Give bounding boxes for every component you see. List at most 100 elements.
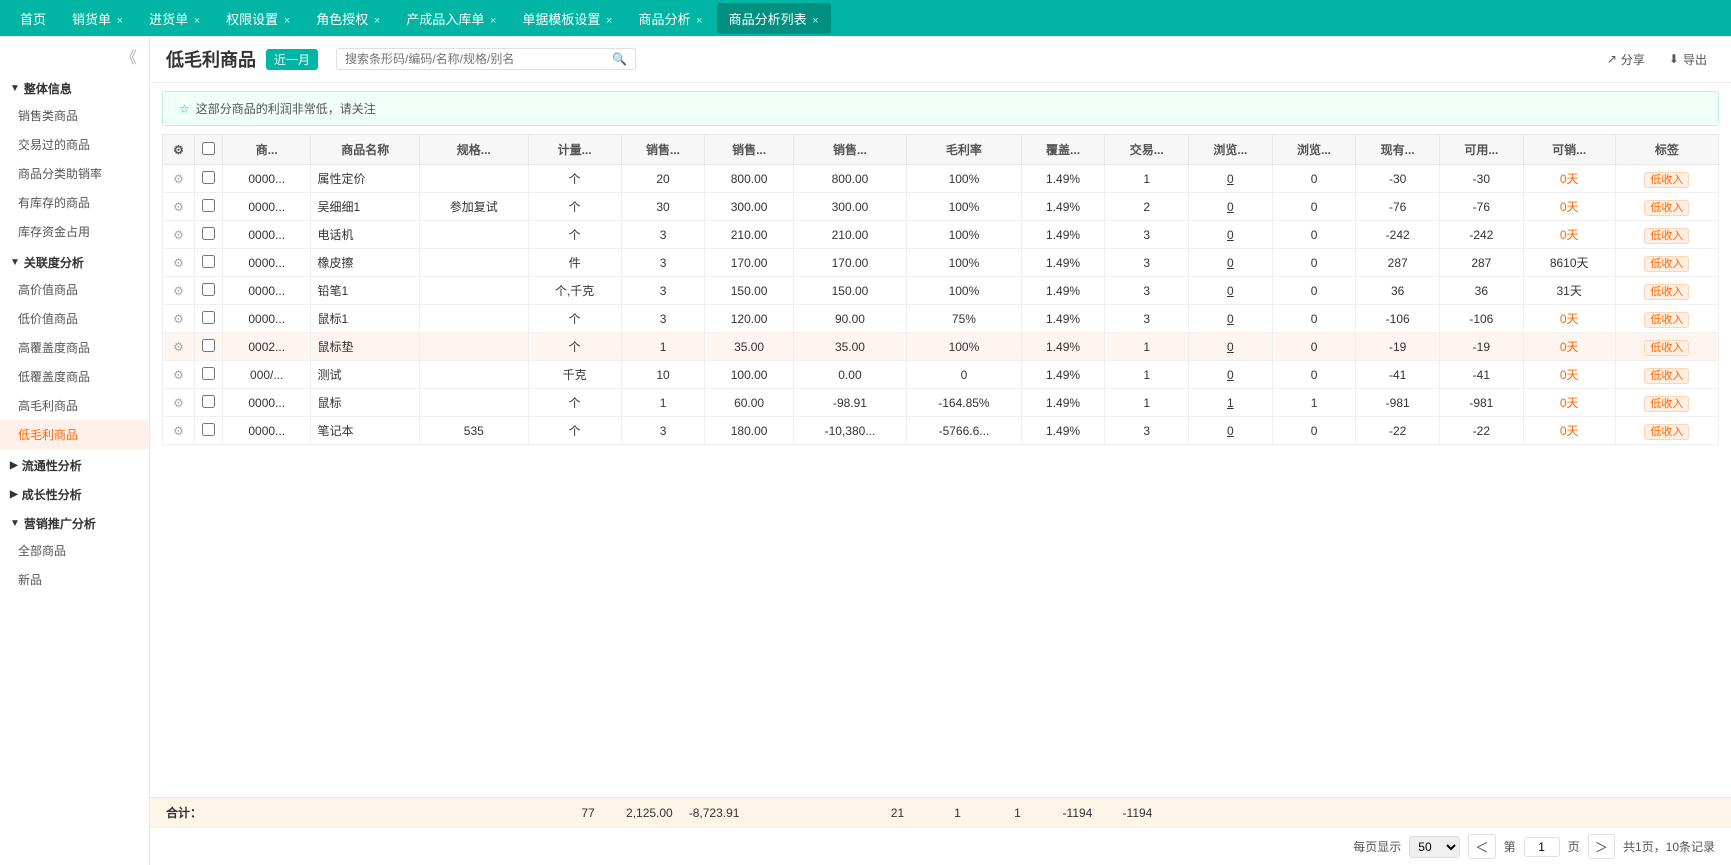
sidebar-group-marketing[interactable]: ▼ 营销推广分析 bbox=[0, 507, 149, 536]
nav-close-purchase[interactable]: × bbox=[194, 15, 200, 27]
row-select-checkbox[interactable] bbox=[202, 199, 215, 212]
nav-close-sales[interactable]: × bbox=[117, 15, 123, 27]
col-settings[interactable]: ⚙ bbox=[163, 135, 195, 165]
col-name[interactable]: 商品名称 bbox=[311, 135, 420, 165]
sidebar-group-association[interactable]: ▼ 关联度分析 bbox=[0, 246, 149, 275]
col-available[interactable]: 可用... bbox=[1440, 135, 1524, 165]
row-settings[interactable]: ⚙ bbox=[163, 389, 195, 417]
row-settings[interactable]: ⚙ bbox=[163, 165, 195, 193]
sidebar-group-growth[interactable]: ▶ 成长性分析 bbox=[0, 478, 149, 507]
row-select-checkbox[interactable] bbox=[202, 255, 215, 268]
row-checkbox[interactable] bbox=[195, 333, 223, 361]
row-checkbox[interactable] bbox=[195, 305, 223, 333]
row-browse1[interactable]: 0 bbox=[1189, 249, 1273, 277]
row-settings[interactable]: ⚙ bbox=[163, 333, 195, 361]
row-browse1[interactable]: 0 bbox=[1189, 361, 1273, 389]
row-select-checkbox[interactable] bbox=[202, 367, 215, 380]
row-settings[interactable]: ⚙ bbox=[163, 249, 195, 277]
row-select-checkbox[interactable] bbox=[202, 227, 215, 240]
col-sales-profit[interactable]: 销售... bbox=[793, 135, 906, 165]
nav-close-analysis-list[interactable]: × bbox=[812, 15, 818, 27]
row-select-checkbox[interactable] bbox=[202, 283, 215, 296]
row-browse1[interactable]: 1 bbox=[1189, 389, 1273, 417]
col-browse1[interactable]: 浏览... bbox=[1189, 135, 1273, 165]
select-all-checkbox[interactable] bbox=[202, 142, 215, 155]
nav-item-analysis[interactable]: 商品分析 × bbox=[626, 3, 714, 34]
sidebar-item-low-coverage[interactable]: 低覆盖度商品 bbox=[0, 362, 149, 391]
nav-item-roles[interactable]: 角色授权 × bbox=[304, 3, 392, 34]
sidebar-item-stocked-goods[interactable]: 有库存的商品 bbox=[0, 188, 149, 217]
row-checkbox[interactable] bbox=[195, 389, 223, 417]
nav-item-template[interactable]: 单据模板设置 × bbox=[510, 3, 624, 34]
row-checkbox[interactable] bbox=[195, 361, 223, 389]
row-browse1[interactable]: 0 bbox=[1189, 193, 1273, 221]
row-settings[interactable]: ⚙ bbox=[163, 417, 195, 445]
nav-item-home[interactable]: 首页 bbox=[8, 3, 58, 34]
nav-close-product-in[interactable]: × bbox=[490, 15, 496, 27]
search-icon[interactable]: 🔍 bbox=[612, 52, 627, 66]
col-sales-qty[interactable]: 销售... bbox=[621, 135, 705, 165]
sidebar-item-new-goods[interactable]: 新品 bbox=[0, 565, 149, 594]
sidebar-item-category-rate[interactable]: 商品分类助销率 bbox=[0, 159, 149, 188]
sidebar-item-low-margin[interactable]: 低毛利商品 bbox=[0, 420, 149, 449]
sidebar-item-traded-goods[interactable]: 交易过的商品 bbox=[0, 130, 149, 159]
col-gross-margin[interactable]: 毛利率 bbox=[907, 135, 1022, 165]
nav-close-analysis[interactable]: × bbox=[696, 15, 702, 27]
row-browse1[interactable]: 0 bbox=[1189, 417, 1273, 445]
sidebar-item-high-value[interactable]: 高价值商品 bbox=[0, 275, 149, 304]
row-select-checkbox[interactable] bbox=[202, 311, 215, 324]
row-checkbox[interactable] bbox=[195, 249, 223, 277]
row-browse1[interactable]: 0 bbox=[1189, 221, 1273, 249]
sidebar-collapse-btn[interactable]: 《 bbox=[121, 44, 137, 68]
sidebar-group-flow[interactable]: ▶ 流通性分析 bbox=[0, 449, 149, 478]
search-input[interactable] bbox=[345, 52, 612, 66]
row-settings[interactable]: ⚙ bbox=[163, 305, 195, 333]
prev-page-button[interactable]: ＜ bbox=[1468, 834, 1495, 859]
row-browse1[interactable]: 0 bbox=[1189, 277, 1273, 305]
nav-item-sales[interactable]: 销货单 × bbox=[60, 3, 135, 34]
col-checkbox[interactable] bbox=[195, 135, 223, 165]
row-checkbox[interactable] bbox=[195, 417, 223, 445]
sidebar-item-stock-fund[interactable]: 库存资金占用 bbox=[0, 217, 149, 246]
col-browse2[interactable]: 浏览... bbox=[1272, 135, 1356, 165]
sidebar-item-high-margin[interactable]: 高毛利商品 bbox=[0, 391, 149, 420]
nav-close-template[interactable]: × bbox=[606, 15, 612, 27]
row-select-checkbox[interactable] bbox=[202, 395, 215, 408]
row-browse1[interactable]: 0 bbox=[1189, 305, 1273, 333]
next-page-button[interactable]: ＞ bbox=[1588, 834, 1615, 859]
row-settings[interactable]: ⚙ bbox=[163, 361, 195, 389]
col-saleable[interactable]: 可销... bbox=[1523, 135, 1615, 165]
nav-item-product-in[interactable]: 产成品入库单 × bbox=[394, 3, 508, 34]
row-browse1[interactable]: 0 bbox=[1189, 165, 1273, 193]
sidebar-group-overall[interactable]: ▼ 整体信息 bbox=[0, 72, 149, 101]
search-box[interactable]: 🔍 bbox=[336, 48, 636, 70]
date-badge[interactable]: 近一月 bbox=[266, 49, 318, 70]
row-settings[interactable]: ⚙ bbox=[163, 193, 195, 221]
sidebar-item-sales-goods[interactable]: 销售类商品 bbox=[0, 101, 149, 130]
col-current-stock[interactable]: 现有... bbox=[1356, 135, 1440, 165]
col-sales-price[interactable]: 销售... bbox=[705, 135, 793, 165]
col-unit[interactable]: 计量... bbox=[528, 135, 621, 165]
row-browse1[interactable]: 0 bbox=[1189, 333, 1273, 361]
export-button[interactable]: ⬇ 导出 bbox=[1661, 47, 1715, 72]
col-coverage[interactable]: 覆盖... bbox=[1021, 135, 1105, 165]
row-checkbox[interactable] bbox=[195, 277, 223, 305]
page-input[interactable] bbox=[1524, 837, 1560, 857]
sidebar-item-low-value[interactable]: 低价值商品 bbox=[0, 304, 149, 333]
row-settings[interactable]: ⚙ bbox=[163, 277, 195, 305]
sidebar-item-high-coverage[interactable]: 高覆盖度商品 bbox=[0, 333, 149, 362]
row-checkbox[interactable] bbox=[195, 165, 223, 193]
col-tag[interactable]: 标签 bbox=[1615, 135, 1718, 165]
nav-item-permissions[interactable]: 权限设置 × bbox=[214, 3, 302, 34]
nav-close-permissions[interactable]: × bbox=[284, 15, 290, 27]
row-select-checkbox[interactable] bbox=[202, 423, 215, 436]
page-size-select[interactable]: 50 20 100 bbox=[1409, 836, 1460, 858]
col-code[interactable]: 商... bbox=[223, 135, 311, 165]
nav-item-purchase[interactable]: 进货单 × bbox=[137, 3, 212, 34]
row-select-checkbox[interactable] bbox=[202, 339, 215, 352]
share-button[interactable]: ↗ 分享 bbox=[1599, 47, 1653, 72]
row-settings[interactable]: ⚙ bbox=[163, 221, 195, 249]
sidebar-item-all-goods[interactable]: 全部商品 bbox=[0, 536, 149, 565]
row-checkbox[interactable] bbox=[195, 193, 223, 221]
col-transaction[interactable]: 交易... bbox=[1105, 135, 1189, 165]
